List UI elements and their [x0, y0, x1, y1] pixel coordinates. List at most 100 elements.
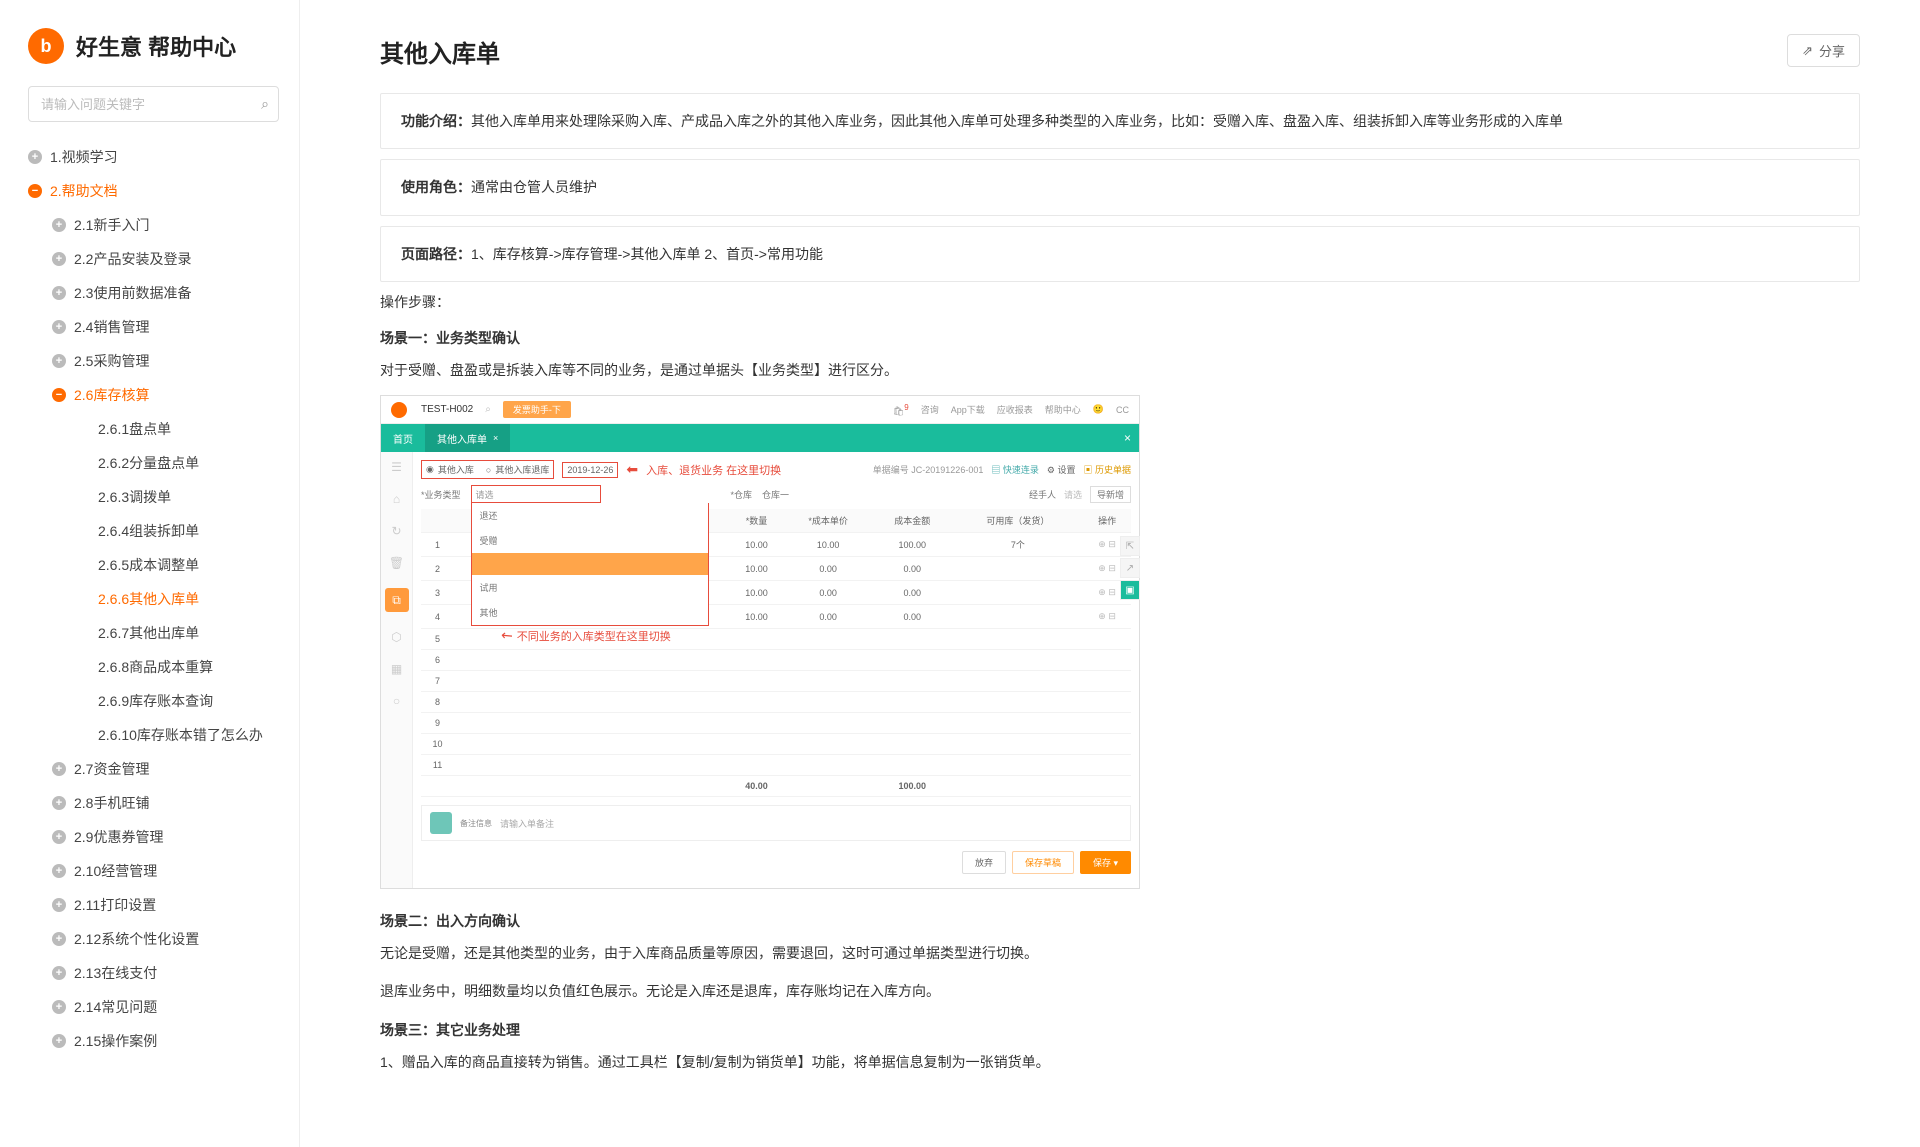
page-title: 其他入库单 — [380, 34, 500, 69]
nav-item[interactable]: +2.6.8商品成本重算 — [28, 650, 279, 684]
nav-item[interactable]: +2.4销售管理 — [28, 310, 279, 344]
nav-item[interactable]: +2.6.10库存账本错了怎么办 — [28, 718, 279, 752]
nav-item[interactable]: −2.6库存核算 — [28, 378, 279, 412]
scene2-text1: 无论是受赠，还是其他类型的业务，由于入库商品质量等原因，需要退回，这时可通过单据… — [380, 941, 1860, 966]
nav-item[interactable]: −2.帮助文档 — [28, 174, 279, 208]
plus-icon: + — [52, 966, 66, 980]
nav-item-label: 2.14常见问题 — [74, 997, 157, 1017]
nav-item[interactable]: +2.12系统个性化设置 — [28, 922, 279, 956]
ss-lnav-icon: ⬡ — [391, 630, 401, 644]
search-icon[interactable]: ⌕ — [261, 96, 269, 113]
nav-item[interactable]: +2.2产品安装及登录 — [28, 242, 279, 276]
nav-item[interactable]: +2.14常见问题 — [28, 990, 279, 1024]
nav-item[interactable]: +2.7资金管理 — [28, 752, 279, 786]
ss-rb-icon: ↗ — [1120, 558, 1140, 578]
nav-item[interactable]: +2.11打印设置 — [28, 888, 279, 922]
minus-icon: − — [28, 184, 42, 198]
scene3-heading: 场景三：其它业务处理 — [380, 1020, 1860, 1040]
nav-item-label: 1.视频学习 — [50, 147, 118, 167]
nav-item[interactable]: +2.6.4组装拆卸单 — [28, 514, 279, 548]
scene1-text: 对于受赠、盘盈或是拆装入库等不同的业务，是通过单据头【业务类型】进行区分。 — [380, 358, 1860, 383]
ss-top-link: 咨询 — [921, 403, 939, 416]
ss-note-icon — [430, 812, 452, 834]
ss-th: *成本单价 — [785, 509, 872, 533]
nav-item[interactable]: +1.视频学习 — [28, 140, 279, 174]
plus-icon: + — [52, 1034, 66, 1048]
table-row: 9 — [421, 713, 1131, 734]
scene2-text2: 退库业务中，明细数量均以负值红色展示。无论是入库还是退库，库存账均记在入库方向。 — [380, 979, 1860, 1004]
ss-doc-type-box: ◉ 其他入库 ○ 其他入库退库 — [421, 460, 554, 479]
scene2-heading: 场景二：出入方向确认 — [380, 911, 1860, 931]
ss-code-label: 单据编号 — [873, 465, 909, 475]
site-logo[interactable]: b 好生意 帮助中心 — [28, 28, 279, 64]
nav-item[interactable]: +2.6.9库存账本查询 — [28, 684, 279, 718]
embedded-screenshot: TEST-H002 ⌕ 发票助手-下 🛍9咨询App下载应收报表帮助中心🙂CC … — [380, 395, 1140, 889]
role-text: 通常由仓管人员维护 — [471, 179, 597, 195]
nav-item-label: 2.6.2分量盘点单 — [98, 453, 199, 473]
intro-text: 其他入库单用来处理除采购入库、产成品入库之外的其他入库业务，因此其他入库单可处理… — [471, 113, 1563, 129]
nav-tree: +1.视频学习−2.帮助文档+2.1新手入门+2.2产品安装及登录+2.3使用前… — [28, 140, 279, 1058]
ss-note-row: 备注信息 请输入单备注 — [421, 805, 1131, 841]
ss-top-mid-btn: 发票助手-下 — [503, 401, 571, 418]
nav-item[interactable]: +2.6.7其他出库单 — [28, 616, 279, 650]
nav-item-label: 2.4销售管理 — [74, 317, 149, 337]
ss-tool1: 快速连录 — [1003, 465, 1039, 475]
nav-item-label: 2.5采购管理 — [74, 351, 149, 371]
nav-item-label: 2.15操作案例 — [74, 1031, 157, 1051]
ss-th — [421, 509, 454, 533]
ss-th: *数量 — [728, 509, 784, 533]
nav-item[interactable]: +2.10经营管理 — [28, 854, 279, 888]
nav-item-label: 2.6.7其他出库单 — [98, 623, 199, 643]
ss-th: 操作 — [1083, 509, 1131, 533]
table-row: 7 — [421, 671, 1131, 692]
path-text: 1、库存核算->库存管理->其他入库单 2、首页->常用功能 — [471, 246, 823, 262]
ss-dd-item: 受赠 — [472, 528, 708, 553]
site-name: 好生意 帮助中心 — [76, 30, 236, 62]
nav-item-label: 2.2产品安装及登录 — [74, 249, 191, 269]
nav-item[interactable]: +2.8手机旺铺 — [28, 786, 279, 820]
ss-env-label: TEST-H002 — [421, 404, 473, 415]
nav-item[interactable]: +2.5采购管理 — [28, 344, 279, 378]
nav-item[interactable]: +2.1新手入门 — [28, 208, 279, 242]
plus-icon: + — [52, 898, 66, 912]
ss-left-nav: ☰ ⌂ ↻ 🗑 ⧉ ⬡ ▦ ○ — [381, 452, 413, 888]
nav-item[interactable]: +2.15操作案例 — [28, 1024, 279, 1058]
role-label: 使用角色： — [401, 179, 471, 195]
role-box: 使用角色：通常由仓管人员维护 — [380, 159, 1860, 215]
ss-lnav-icon: ⌂ — [393, 492, 400, 506]
nav-item[interactable]: +2.6.6其他入库单 — [28, 582, 279, 616]
nav-item[interactable]: +2.6.5成本调整单 — [28, 548, 279, 582]
ss-tabs-close-icon: × — [1124, 431, 1131, 445]
nav-item[interactable]: +2.9优惠券管理 — [28, 820, 279, 854]
ss-search-icon: ⌕ — [485, 404, 491, 415]
nav-item-label: 2.1新手入门 — [74, 215, 149, 235]
table-row: 6 — [421, 650, 1131, 671]
nav-item[interactable]: +2.3使用前数据准备 — [28, 276, 279, 310]
nav-item[interactable]: +2.6.3调拨单 — [28, 480, 279, 514]
ss-radio2: 其他入库退库 — [495, 463, 549, 476]
search-input[interactable] — [28, 86, 279, 122]
plus-icon: + — [28, 150, 42, 164]
nav-item-label: 2.6.9库存账本查询 — [98, 691, 213, 711]
ss-date-box: 2019-12-26 — [562, 462, 618, 478]
ss-dd-item: 试用 — [472, 575, 708, 600]
plus-icon: + — [52, 320, 66, 334]
ss-lnav-icon: 🗑 — [389, 556, 404, 570]
plus-icon: + — [52, 218, 66, 232]
nav-item[interactable]: +2.6.1盘点单 — [28, 412, 279, 446]
ss-arrow-icon: ⬅ — [626, 461, 638, 478]
ss-tab-current: 其他入库单 × — [425, 424, 510, 452]
intro-label: 功能介绍： — [401, 113, 471, 129]
share-button[interactable]: ⇗ 分享 — [1787, 34, 1860, 67]
scene1-heading: 场景一：业务类型确认 — [380, 328, 1860, 348]
ss-filter-label3: 经手人 — [1029, 488, 1056, 501]
ss-tool3: 历史单据 — [1095, 465, 1131, 475]
nav-item-label: 2.3使用前数据准备 — [74, 283, 191, 303]
ss-tool2: 设置 — [1057, 465, 1075, 475]
ss-rb-icon: ⇱ — [1120, 536, 1140, 556]
share-icon: ⇗ — [1802, 43, 1813, 59]
nav-item[interactable]: +2.6.2分量盘点单 — [28, 446, 279, 480]
plus-icon: + — [52, 830, 66, 844]
nav-item-label: 2.13在线支付 — [74, 963, 157, 983]
nav-item[interactable]: +2.13在线支付 — [28, 956, 279, 990]
